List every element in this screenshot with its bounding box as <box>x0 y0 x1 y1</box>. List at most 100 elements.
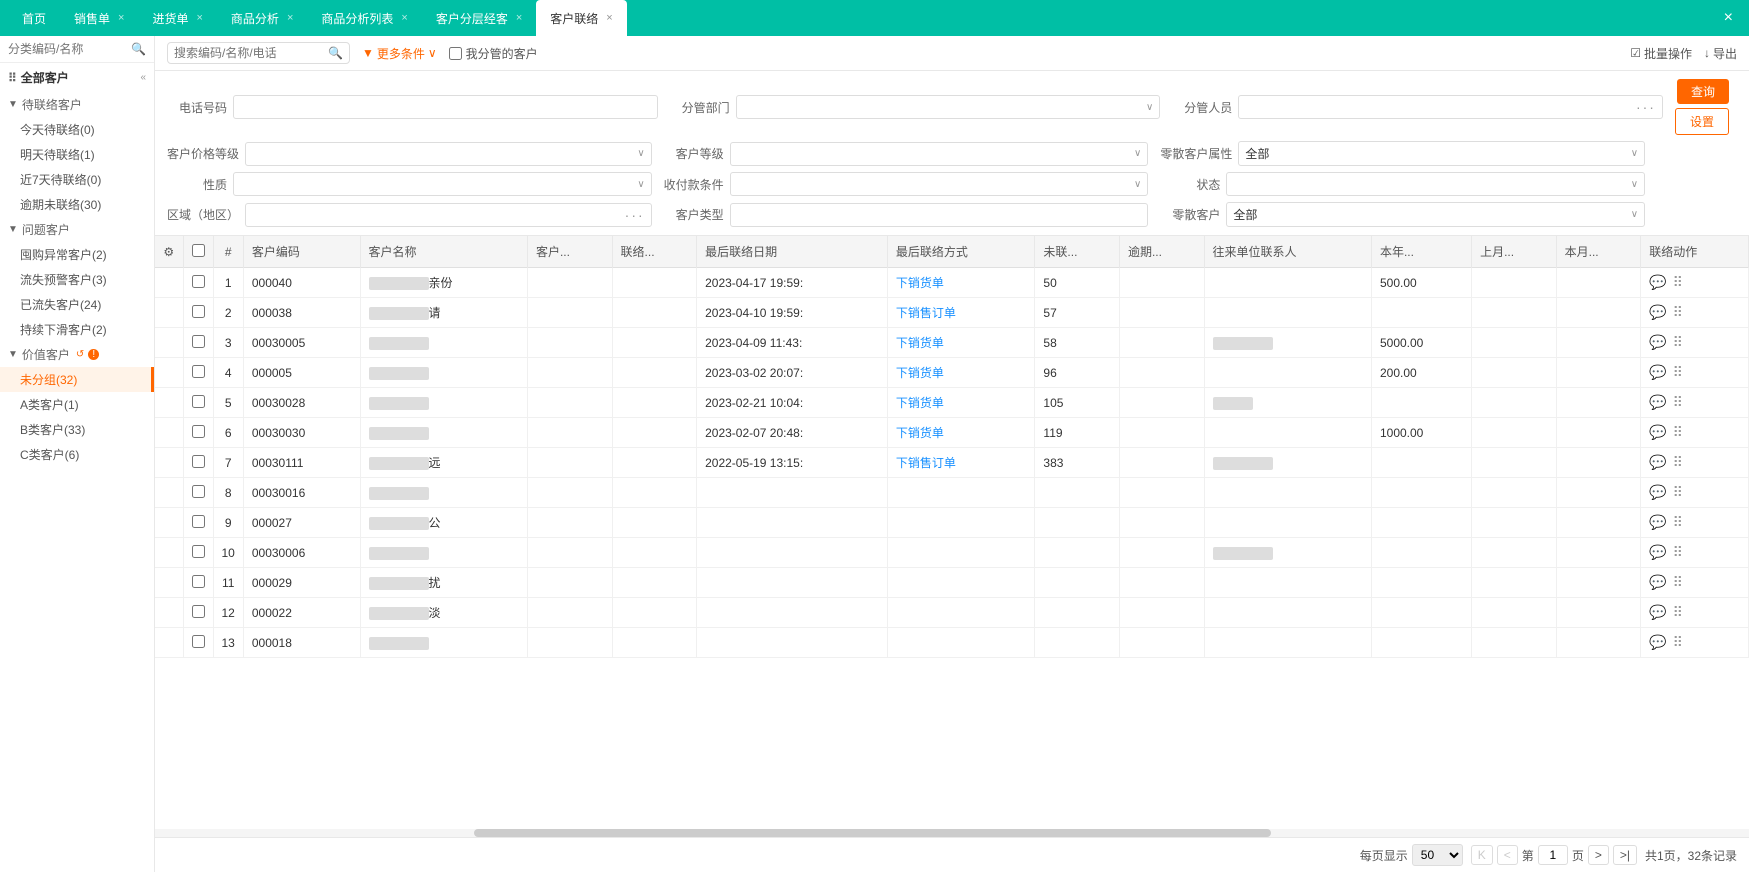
sidebar-item-overdue[interactable]: 逾期未联络(30) <box>0 192 154 217</box>
tab-analysis-list[interactable]: 商品分析列表 × <box>307 0 421 36</box>
grid-action-icon[interactable]: ⠿ <box>1673 334 1683 351</box>
cell-checkbox[interactable] <box>183 508 213 538</box>
sidebar-item-warning[interactable]: 流失预警客户(3) <box>0 267 154 292</box>
cell-checkbox[interactable] <box>183 538 213 568</box>
region-input[interactable]: ··· <box>245 203 652 227</box>
row-checkbox[interactable] <box>192 305 205 318</box>
cell-last-method[interactable]: 下销货单 <box>887 358 1035 388</box>
sidebar-search-bar[interactable]: 🔍 <box>0 36 154 63</box>
sidebar-item-declining[interactable]: 持续下滑客户(2) <box>0 317 154 342</box>
chat-action-icon[interactable]: 💬 <box>1649 544 1666 561</box>
cell-last-method[interactable]: 下销货单 <box>887 388 1035 418</box>
dept-select[interactable]: ∨ <box>736 95 1161 119</box>
close-purchase-tab[interactable]: × <box>196 12 202 24</box>
next-page-button[interactable]: > <box>1588 845 1609 865</box>
cell-checkbox[interactable] <box>183 388 213 418</box>
row-checkbox[interactable] <box>192 365 205 378</box>
main-search-input[interactable] <box>174 46 324 60</box>
col-this-month[interactable]: 本月... <box>1556 236 1641 268</box>
row-checkbox[interactable] <box>192 275 205 288</box>
cell-last-method[interactable]: 下销货单 <box>887 328 1035 358</box>
nature-select[interactable]: ∨ <box>233 172 652 196</box>
sidebar-item-7days[interactable]: 近7天待联络(0) <box>0 167 154 192</box>
last-method-link[interactable]: 下销货单 <box>896 336 944 350</box>
cell-last-method[interactable] <box>887 478 1035 508</box>
tab-home[interactable]: 首页 <box>8 0 60 36</box>
grid-action-icon[interactable]: ⠿ <box>1673 454 1683 471</box>
chat-action-icon[interactable]: 💬 <box>1649 514 1666 531</box>
last-method-link[interactable]: 下销货单 <box>896 426 944 440</box>
cell-last-method[interactable] <box>887 568 1035 598</box>
manager-input[interactable]: ··· <box>1238 95 1663 119</box>
col-this-year[interactable]: 本年... <box>1371 236 1471 268</box>
cell-checkbox[interactable] <box>183 448 213 478</box>
row-checkbox[interactable] <box>192 515 205 528</box>
last-page-button[interactable]: >| <box>1613 845 1637 865</box>
grid-action-icon[interactable]: ⠿ <box>1673 274 1683 291</box>
col-overdue[interactable]: 逾期... <box>1119 236 1204 268</box>
cell-checkbox[interactable] <box>183 598 213 628</box>
row-checkbox[interactable] <box>192 485 205 498</box>
close-segment-tab[interactable]: × <box>516 12 522 24</box>
row-checkbox[interactable] <box>192 335 205 348</box>
chat-action-icon[interactable]: 💬 <box>1649 394 1666 411</box>
col-person[interactable]: 往来单位联系人 <box>1204 236 1371 268</box>
scrollbar-thumb[interactable] <box>474 829 1271 837</box>
grid-action-icon[interactable]: ⠿ <box>1673 394 1683 411</box>
sidebar-group-value[interactable]: ▼ 价值客户 ↺ ! <box>0 342 154 367</box>
price-level-select[interactable]: ∨ <box>245 142 652 166</box>
my-customers-checkbox[interactable]: 我分管的客户 <box>449 45 538 62</box>
row-checkbox[interactable] <box>192 605 205 618</box>
chat-action-icon[interactable]: 💬 <box>1649 604 1666 621</box>
all-customers-header[interactable]: ⠿ 全部客户 « <box>0 63 154 92</box>
row-checkbox[interactable] <box>192 395 205 408</box>
cell-last-method[interactable] <box>887 508 1035 538</box>
col-last-method[interactable]: 最后联络方式 <box>887 236 1035 268</box>
export-button[interactable]: ↓ 导出 <box>1704 45 1737 62</box>
chat-action-icon[interactable]: 💬 <box>1649 334 1666 351</box>
grid-action-icon[interactable]: ⠿ <box>1673 544 1683 561</box>
cell-checkbox[interactable] <box>183 478 213 508</box>
cell-last-method[interactable] <box>887 628 1035 658</box>
close-analysis-list-tab[interactable]: × <box>401 12 407 24</box>
retail-attr-select[interactable]: 全部∨ <box>1238 141 1645 166</box>
col-uncontacted[interactable]: 未联... <box>1035 236 1120 268</box>
cell-last-method[interactable]: 下销货单 <box>887 268 1035 298</box>
sidebar-item-lost[interactable]: 已流失客户(24) <box>0 292 154 317</box>
chat-action-icon[interactable]: 💬 <box>1649 424 1666 441</box>
chat-action-icon[interactable]: 💬 <box>1649 364 1666 381</box>
chat-action-icon[interactable]: 💬 <box>1649 634 1666 651</box>
sidebar-search-input[interactable] <box>8 42 127 56</box>
payment-select[interactable]: ∨ <box>730 172 1149 196</box>
cell-checkbox[interactable] <box>183 358 213 388</box>
chat-action-icon[interactable]: 💬 <box>1649 454 1666 471</box>
sidebar-item-tomorrow[interactable]: 明天待联络(1) <box>0 142 154 167</box>
tab-customer-segment[interactable]: 客户分层经客 × <box>422 0 536 36</box>
customer-level-select[interactable]: ∨ <box>730 142 1149 166</box>
row-checkbox[interactable] <box>192 455 205 468</box>
cell-checkbox[interactable] <box>183 628 213 658</box>
cell-last-method[interactable]: 下销售订单 <box>887 298 1035 328</box>
sidebar-group-problem[interactable]: ▼ 问题客户 <box>0 217 154 242</box>
chat-action-icon[interactable]: 💬 <box>1649 574 1666 591</box>
row-checkbox[interactable] <box>192 545 205 558</box>
phone-input[interactable] <box>233 95 658 119</box>
customer-type-select[interactable] <box>730 203 1149 227</box>
tab-sales[interactable]: 销售单 × <box>60 0 138 36</box>
sidebar-collapse-button[interactable]: « <box>140 72 146 83</box>
col-last-date[interactable]: 最后联络日期 <box>697 236 888 268</box>
row-checkbox[interactable] <box>192 635 205 648</box>
first-page-button[interactable]: K <box>1471 845 1493 865</box>
retail-customer-select[interactable]: 全部∨ <box>1226 202 1645 227</box>
sidebar-item-class-a[interactable]: A类客户(1) <box>0 392 154 417</box>
reset-button[interactable]: 设置 <box>1675 108 1729 135</box>
col-type[interactable]: 客户... <box>527 236 612 268</box>
sidebar-search-icon[interactable]: 🔍 <box>131 42 146 56</box>
col-last-month[interactable]: 上月... <box>1472 236 1557 268</box>
sidebar-item-class-c[interactable]: C类客户(6) <box>0 442 154 467</box>
sidebar-item-class-b[interactable]: B类客户(33) <box>0 417 154 442</box>
page-number-input[interactable] <box>1538 845 1568 865</box>
col-name[interactable]: 客户名称 <box>360 236 527 268</box>
sidebar-item-ungroup[interactable]: 未分组(32) <box>0 367 154 392</box>
cell-checkbox[interactable] <box>183 298 213 328</box>
